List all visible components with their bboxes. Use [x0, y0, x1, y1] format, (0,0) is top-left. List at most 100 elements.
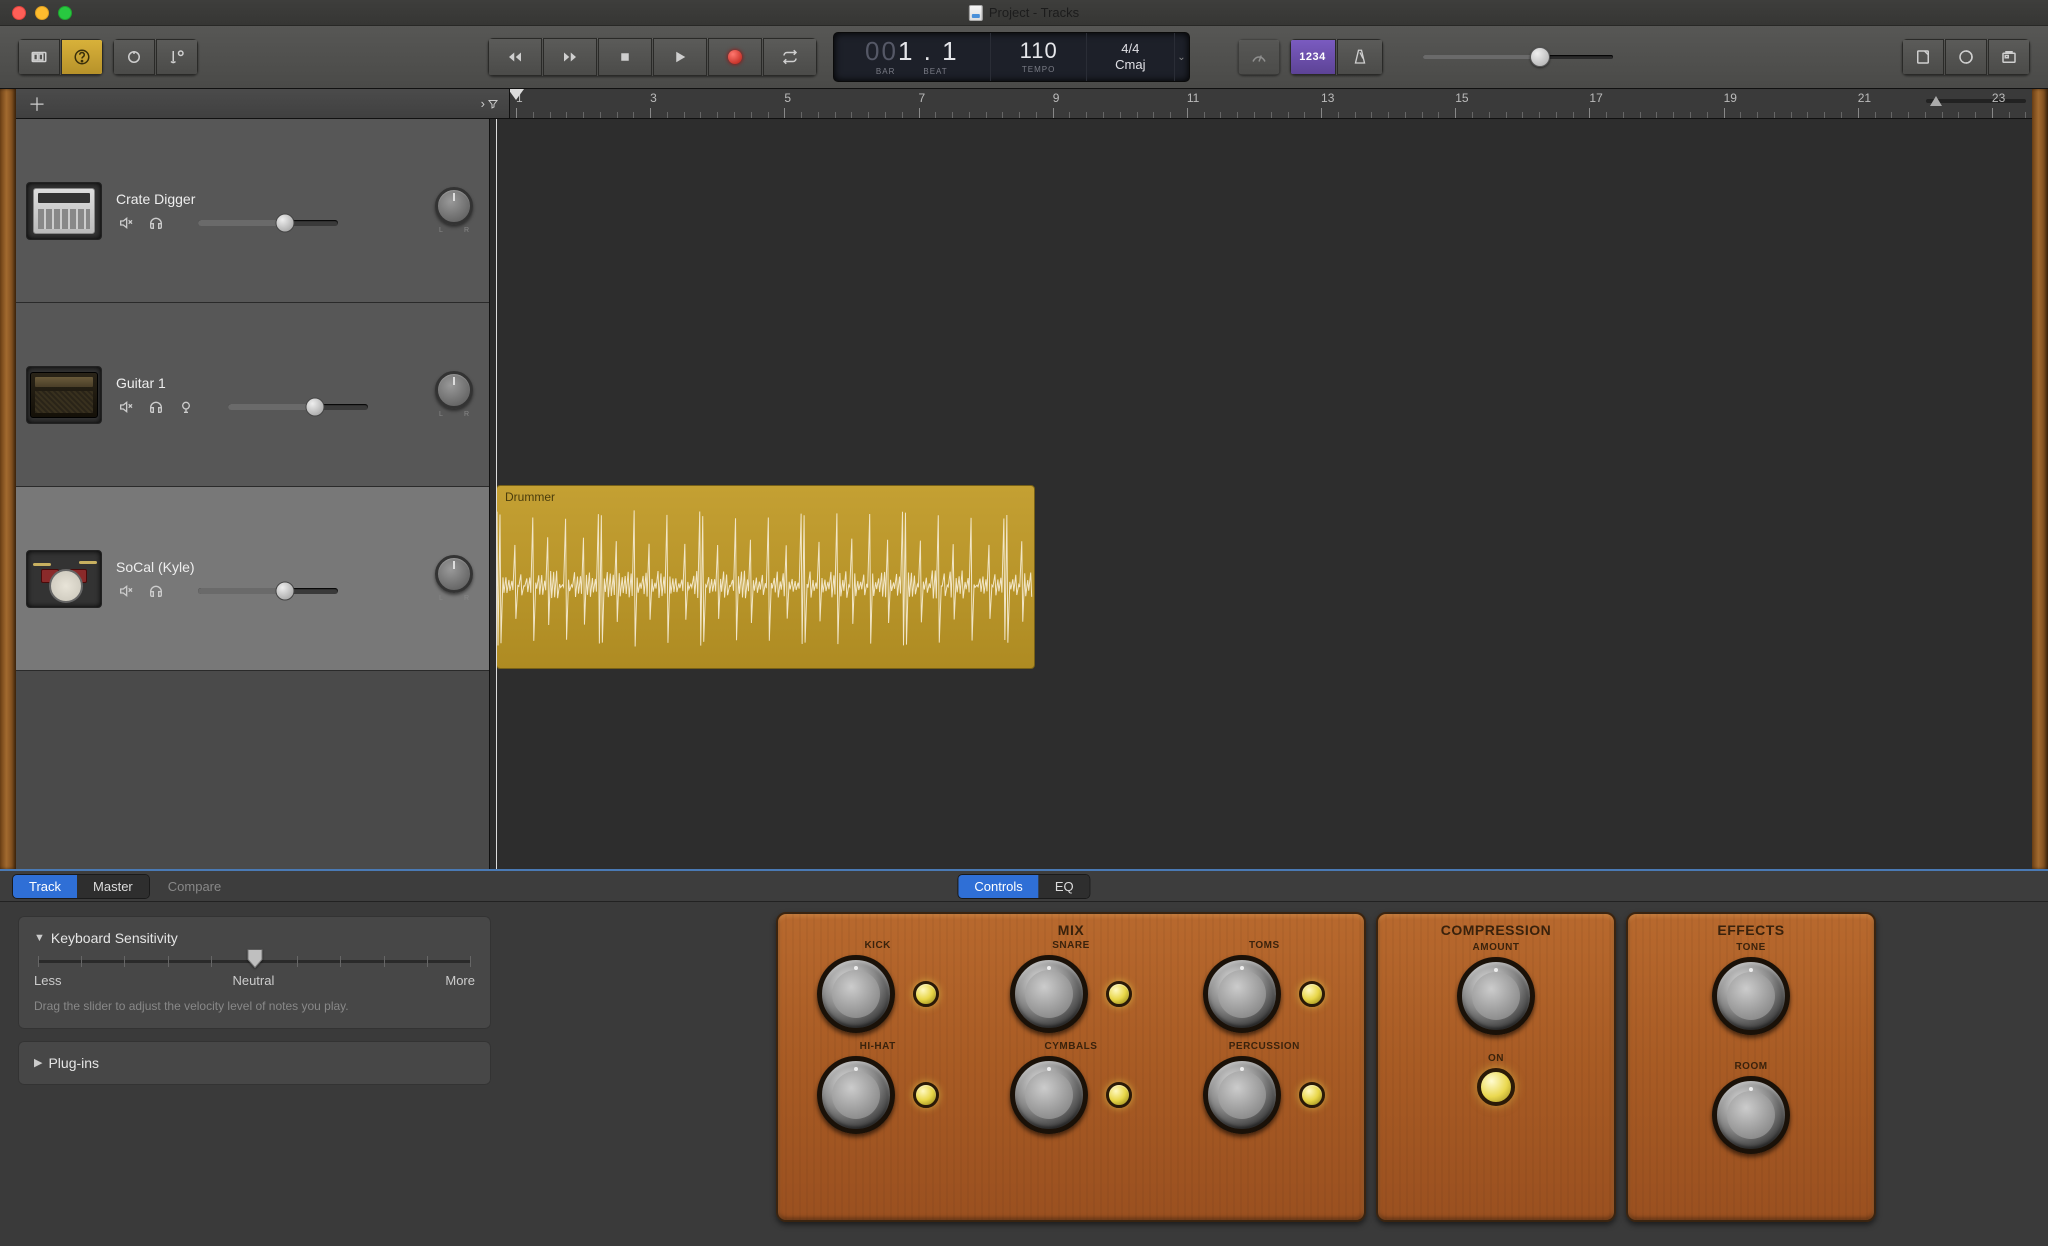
tab-track[interactable]: Track	[13, 875, 77, 898]
library-button[interactable]	[18, 39, 60, 75]
led-snare[interactable]	[1106, 981, 1132, 1007]
track-name[interactable]: Crate Digger	[116, 191, 421, 207]
plugins-panel: ▶ Plug-ins	[18, 1041, 491, 1085]
track-header[interactable]: Crate Digger LR	[16, 119, 489, 303]
solo-button[interactable]	[146, 399, 166, 415]
knob-toms[interactable]	[1203, 955, 1281, 1033]
add-track-button[interactable]: ＋	[26, 93, 48, 115]
loop-browser-button[interactable]	[1945, 39, 1987, 75]
smart-controls-button[interactable]	[113, 39, 155, 75]
knob-label-room: ROOM	[1734, 1061, 1767, 1072]
ruler-bar-number: 21	[1858, 91, 1871, 105]
metronome-button[interactable]	[1337, 39, 1383, 75]
editors-button[interactable]	[156, 39, 198, 75]
led-toms[interactable]	[1299, 981, 1325, 1007]
forward-button[interactable]	[543, 38, 597, 76]
notepad-button[interactable]	[1902, 39, 1944, 75]
pan-lr-label: LR	[439, 595, 469, 602]
track-volume-slider[interactable]	[228, 404, 368, 410]
keyboard-sensitivity-header[interactable]: ▼ Keyboard Sensitivity	[34, 930, 475, 946]
region-drummer[interactable]: Drummer	[496, 485, 1035, 669]
track-volume-slider[interactable]	[198, 220, 338, 226]
led-percussion[interactable]	[1299, 1082, 1325, 1108]
media-browser-button[interactable]	[1988, 39, 2030, 75]
lcd-display[interactable]: 001 . 1 BAR BEAT 110 TEMPO 4/4 Cmaj ⌄	[833, 32, 1190, 82]
mute-button[interactable]	[116, 583, 136, 599]
window-minimize-button[interactable]	[35, 6, 49, 20]
bar-ruler[interactable]: 1357911131517192123	[510, 89, 2032, 118]
mute-button[interactable]	[116, 399, 136, 415]
ruler-bar-number: 9	[1053, 91, 1060, 105]
knob-kick[interactable]	[817, 955, 895, 1033]
horizontal-zoom-slider[interactable]	[1926, 99, 2026, 103]
track-instrument-icon[interactable]	[26, 550, 102, 608]
sensitivity-more-label: More	[445, 973, 475, 988]
track-volume-slider[interactable]	[198, 588, 338, 594]
sensitivity-neutral-label: Neutral	[232, 973, 274, 988]
input-monitor-button[interactable]	[176, 399, 196, 415]
lcd-mode-dropdown[interactable]: ⌄	[1175, 33, 1189, 81]
count-in-button[interactable]: 1234	[1290, 39, 1336, 75]
lcd-tempo[interactable]: 110	[1020, 40, 1058, 62]
track-name[interactable]: SoCal (Kyle)	[116, 559, 421, 575]
tab-controls[interactable]: Controls	[958, 875, 1038, 898]
lcd-tempo-label: TEMPO	[1022, 65, 1055, 74]
knob-tone[interactable]	[1712, 957, 1790, 1035]
arrange-area[interactable]: Drummer	[490, 119, 2032, 869]
solo-button[interactable]	[146, 215, 166, 231]
knob-hihat[interactable]	[817, 1056, 895, 1134]
track-header[interactable]: SoCal (Kyle) LR	[16, 487, 489, 671]
tab-master[interactable]: Master	[77, 875, 149, 898]
quick-help-button[interactable]	[61, 39, 103, 75]
playhead-marker[interactable]	[510, 89, 524, 100]
disclosure-down-icon: ▼	[34, 932, 45, 944]
led-kick[interactable]	[913, 981, 939, 1007]
knob-cymbals[interactable]	[1010, 1056, 1088, 1134]
ruler-bar-number: 17	[1589, 91, 1602, 105]
document-icon	[969, 5, 983, 21]
compression-on-button[interactable]	[1477, 1068, 1515, 1106]
solo-button[interactable]	[146, 583, 166, 599]
compression-section: COMPRESSION AMOUNT ON	[1376, 912, 1616, 1222]
compare-button[interactable]: Compare	[158, 875, 231, 898]
rewind-button[interactable]	[488, 38, 542, 76]
playhead[interactable]	[496, 119, 497, 869]
tuner-button[interactable]	[1238, 39, 1280, 75]
pan-knob[interactable]	[435, 187, 473, 225]
wood-side-right	[2032, 89, 2048, 869]
window-zoom-button[interactable]	[58, 6, 72, 20]
knob-snare[interactable]	[1010, 955, 1088, 1033]
sensitivity-less-label: Less	[34, 973, 61, 988]
ruler-bar-number: 11	[1187, 91, 1199, 105]
led-hihat[interactable]	[913, 1082, 939, 1108]
knob-label-snare: SNARE	[1052, 940, 1090, 951]
track-filter-button[interactable]: ›	[481, 96, 499, 111]
plugins-header[interactable]: ▶ Plug-ins	[34, 1055, 475, 1071]
window-close-button[interactable]	[12, 6, 26, 20]
pan-knob[interactable]	[435, 555, 473, 593]
led-cymbals[interactable]	[1106, 1082, 1132, 1108]
lcd-signature[interactable]: 4/4 Cmaj	[1115, 41, 1145, 72]
play-button[interactable]	[653, 38, 707, 76]
pan-knob[interactable]	[435, 371, 473, 409]
mute-button[interactable]	[116, 215, 136, 231]
sensitivity-slider[interactable]: Less Neutral More	[34, 960, 475, 988]
master-volume-slider[interactable]	[1423, 55, 1613, 59]
effects-section: EFFECTS TONE ROOM	[1626, 912, 1876, 1222]
cycle-button[interactable]	[763, 38, 817, 76]
track-header[interactable]: Guitar 1 LR	[16, 303, 489, 487]
track-name[interactable]: Guitar 1	[116, 375, 421, 391]
knob-room[interactable]	[1712, 1076, 1790, 1154]
knob-label-percussion: PERCUSSION	[1229, 1041, 1300, 1052]
track-instrument-icon[interactable]	[26, 182, 102, 240]
knob-amount[interactable]	[1457, 957, 1535, 1035]
pan-lr-label: LR	[439, 227, 469, 234]
knob-percussion[interactable]	[1203, 1056, 1281, 1134]
record-button[interactable]	[708, 38, 762, 76]
track-instrument-icon[interactable]	[26, 366, 102, 424]
knob-label-toms: TOMS	[1249, 940, 1280, 951]
stop-button[interactable]	[598, 38, 652, 76]
tab-eq[interactable]: EQ	[1039, 875, 1090, 898]
window-title: Project - Tracks	[989, 5, 1079, 20]
compression-title: COMPRESSION	[1396, 922, 1596, 938]
